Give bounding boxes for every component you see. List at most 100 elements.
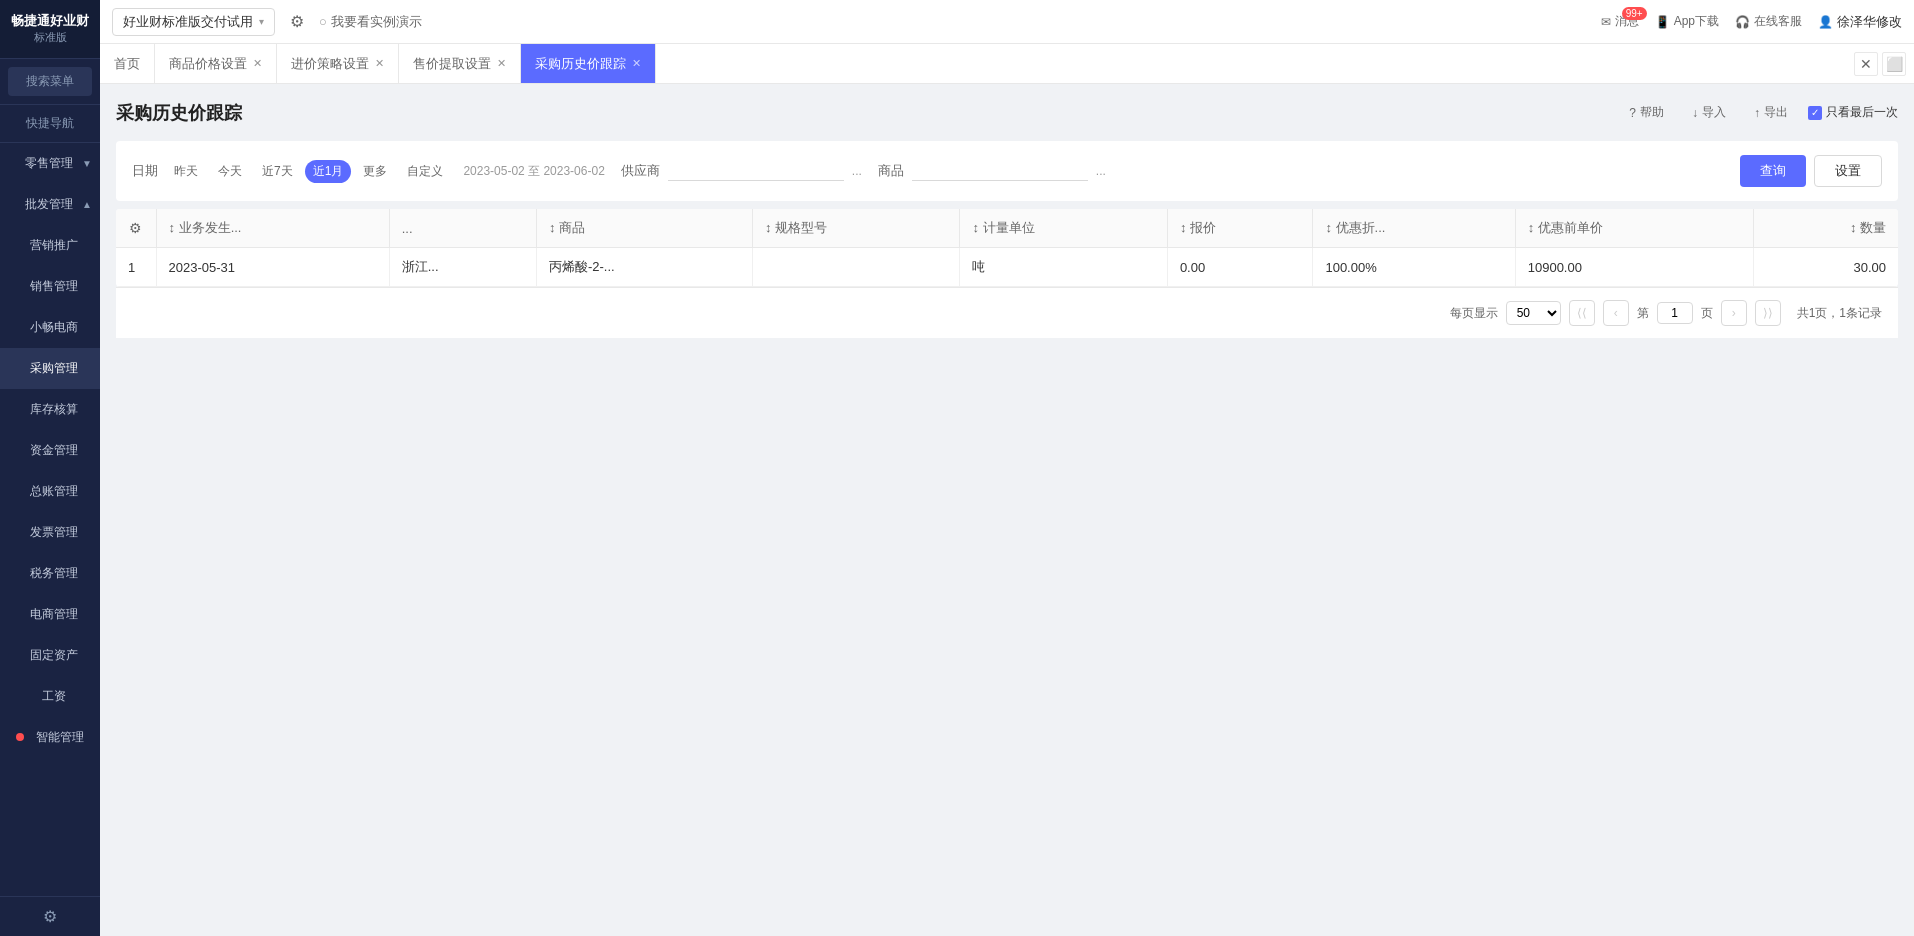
per-page-select[interactable]: 50 10 20 100: [1506, 301, 1561, 325]
next-page-button[interactable]: ›: [1721, 300, 1747, 326]
data-table-container: ⚙ ↕ 业务发生... ... ↕ 商品 ↕ 规格型号: [116, 209, 1898, 287]
product-selector[interactable]: 好业财标准版交付试用 ▾: [112, 8, 275, 36]
maximize-button[interactable]: ⬜: [1882, 52, 1906, 76]
supplier-filter: 供应商 ...: [621, 161, 862, 181]
sidebar-item-14[interactable]: 智能管理: [0, 717, 100, 758]
cell-date: 2023-05-31: [156, 248, 389, 287]
last-page-button[interactable]: ⟩⟩: [1755, 300, 1781, 326]
search-menu-button[interactable]: 搜索菜单: [8, 67, 92, 96]
last-only-label: 只看最后一次: [1826, 104, 1898, 121]
column-date-header[interactable]: ↕ 业务发生...: [156, 209, 389, 248]
content-area: 采购历史价跟踪 ? 帮助 ↓ 导入 ↑ 导出 只看最后一次: [100, 84, 1914, 936]
tab-close-icon[interactable]: ✕: [497, 57, 506, 70]
tab-2[interactable]: 进价策略设置 ✕: [277, 44, 399, 84]
query-button[interactable]: 查询: [1740, 155, 1806, 187]
column-qty-header[interactable]: ↕ 数量: [1754, 209, 1898, 248]
online-service-button[interactable]: 🎧 在线客服: [1735, 13, 1802, 30]
app-download-button[interactable]: 📱 App下载: [1655, 13, 1719, 30]
sidebar-item-label: 批发管理: [16, 196, 82, 213]
tab-label: 售价提取设置: [413, 55, 491, 73]
date-btn-今天[interactable]: 今天: [210, 160, 250, 183]
date-btn-近1月[interactable]: 近1月: [305, 160, 352, 183]
page-title: 采购历史价跟踪: [116, 101, 242, 125]
import-icon: ↓: [1692, 106, 1698, 120]
table-header-row: ⚙ ↕ 业务发生... ... ↕ 商品 ↕ 规格型号: [116, 209, 1898, 248]
sidebar-item-6[interactable]: 库存核算: [0, 389, 100, 430]
date-btn-近7天[interactable]: 近7天: [254, 160, 301, 183]
column-spec-header[interactable]: ↕ 规格型号: [753, 209, 960, 248]
tab-close-icon[interactable]: ✕: [253, 57, 262, 70]
table-row: 1 2023-05-31 浙江... 丙烯酸-2-... 吨 0.00 100.…: [116, 248, 1898, 287]
messages-button[interactable]: ✉ 消息 99+: [1601, 13, 1639, 30]
help-label: 帮助: [1640, 104, 1664, 121]
column-unit-header[interactable]: ↕ 计量单位: [960, 209, 1167, 248]
chevron-down-icon: ▾: [259, 16, 264, 27]
sidebar-item-12[interactable]: 固定资产: [0, 635, 100, 676]
sidebar-item-2[interactable]: 营销推广: [0, 225, 100, 266]
first-page-button[interactable]: ⟨⟨: [1569, 300, 1595, 326]
column-discount-header[interactable]: ↕ 优惠折...: [1313, 209, 1515, 248]
sidebar-item-8[interactable]: 总账管理: [0, 471, 100, 512]
sidebar-item-3[interactable]: 销售管理: [0, 266, 100, 307]
prev-page-button[interactable]: ‹: [1603, 300, 1629, 326]
date-btn-更多[interactable]: 更多: [355, 160, 395, 183]
tab-4[interactable]: 采购历史价跟踪✕: [521, 44, 656, 84]
quick-nav-button[interactable]: 快捷导航: [0, 105, 100, 143]
sidebar-item-9[interactable]: 发票管理: [0, 512, 100, 553]
tab-close-icon[interactable]: ✕: [375, 57, 384, 70]
export-button[interactable]: ↑ 导出: [1746, 100, 1796, 125]
demo-button[interactable]: ○ 我要看实例演示: [319, 13, 422, 31]
sidebar-item-label: 营销推广: [16, 237, 92, 254]
sidebar-item-label: 零售管理: [16, 155, 82, 172]
sidebar-item-label: 工资: [16, 688, 92, 705]
page-label: 第: [1637, 305, 1649, 322]
sidebar-item-11[interactable]: 电商管理: [0, 594, 100, 635]
sidebar-item-label: 总账管理: [16, 483, 92, 500]
sidebar-item-label: 电商管理: [16, 606, 92, 623]
sidebar-item-7[interactable]: 资金管理: [0, 430, 100, 471]
date-btn-昨天[interactable]: 昨天: [166, 160, 206, 183]
topbar-right: ✉ 消息 99+ 📱 App下载 🎧 在线客服 👤 徐泽华修改: [1601, 13, 1902, 31]
sidebar-item-13[interactable]: 工资: [0, 676, 100, 717]
sidebar-item-10[interactable]: 税务管理: [0, 553, 100, 594]
date-btn-自定义[interactable]: 自定义: [399, 160, 451, 183]
close-tab-button[interactable]: ✕: [1854, 52, 1878, 76]
settings-button[interactable]: 设置: [1814, 155, 1882, 187]
date-filter: 日期 昨天今天近7天近1月更多自定义 2023-05-02 至 2023-06-…: [132, 160, 605, 183]
sidebar-item-label: 智能管理: [28, 729, 92, 746]
tab-close-icon[interactable]: ✕: [632, 57, 641, 70]
sidebar-item-5[interactable]: 采购管理: [0, 348, 100, 389]
sidebar-item-4[interactable]: 小畅电商: [0, 307, 100, 348]
last-only-checkbox[interactable]: [1808, 106, 1822, 120]
sidebar-settings-icon[interactable]: ⚙: [43, 908, 57, 925]
column-settings-icon[interactable]: ⚙: [129, 220, 142, 236]
goods-input[interactable]: [912, 161, 1088, 181]
tab-1[interactable]: 商品价格设置✕: [155, 44, 277, 84]
sidebar-item-1[interactable]: 批发管理▲: [0, 184, 100, 225]
user-menu[interactable]: 👤 徐泽华修改: [1818, 13, 1902, 31]
sidebar-arrow-icon: ▼: [82, 158, 92, 169]
supplier-input[interactable]: [668, 161, 844, 181]
mobile-icon: 📱: [1655, 15, 1670, 29]
column-price-header[interactable]: ↕ 报价: [1167, 209, 1313, 248]
help-button[interactable]: ? 帮助: [1621, 100, 1672, 125]
sidebar-item-label: 采购管理: [16, 360, 92, 377]
tab-3[interactable]: 售价提取设置 ✕: [399, 44, 521, 84]
topbar-settings-icon[interactable]: ⚙: [283, 8, 311, 36]
goods-more-button[interactable]: ...: [1096, 164, 1106, 178]
sidebar-item-label: 发票管理: [16, 524, 92, 541]
sidebar: 畅捷通好业财 标准版 搜索菜单 快捷导航 零售管理▼批发管理▲营销推广销售管理小…: [0, 0, 100, 936]
last-only-checkbox-label[interactable]: 只看最后一次: [1808, 104, 1898, 121]
total-records-info: 共1页，1条记录: [1797, 305, 1882, 322]
tab-label: 进价策略设置: [291, 55, 369, 73]
message-icon: ✉: [1601, 15, 1611, 29]
demo-label: 我要看实例演示: [331, 13, 422, 31]
page-number-input[interactable]: 1: [1657, 302, 1693, 324]
column-goods-header[interactable]: ↕ 商品: [536, 209, 752, 248]
column-unit-price-header[interactable]: ↕ 优惠前单价: [1515, 209, 1753, 248]
sidebar-item-0[interactable]: 零售管理▼: [0, 143, 100, 184]
cell-unit-price: 10900.00: [1515, 248, 1753, 287]
tab-0[interactable]: 首页: [100, 44, 155, 84]
import-button[interactable]: ↓ 导入: [1684, 100, 1734, 125]
supplier-more-button[interactable]: ...: [852, 164, 862, 178]
